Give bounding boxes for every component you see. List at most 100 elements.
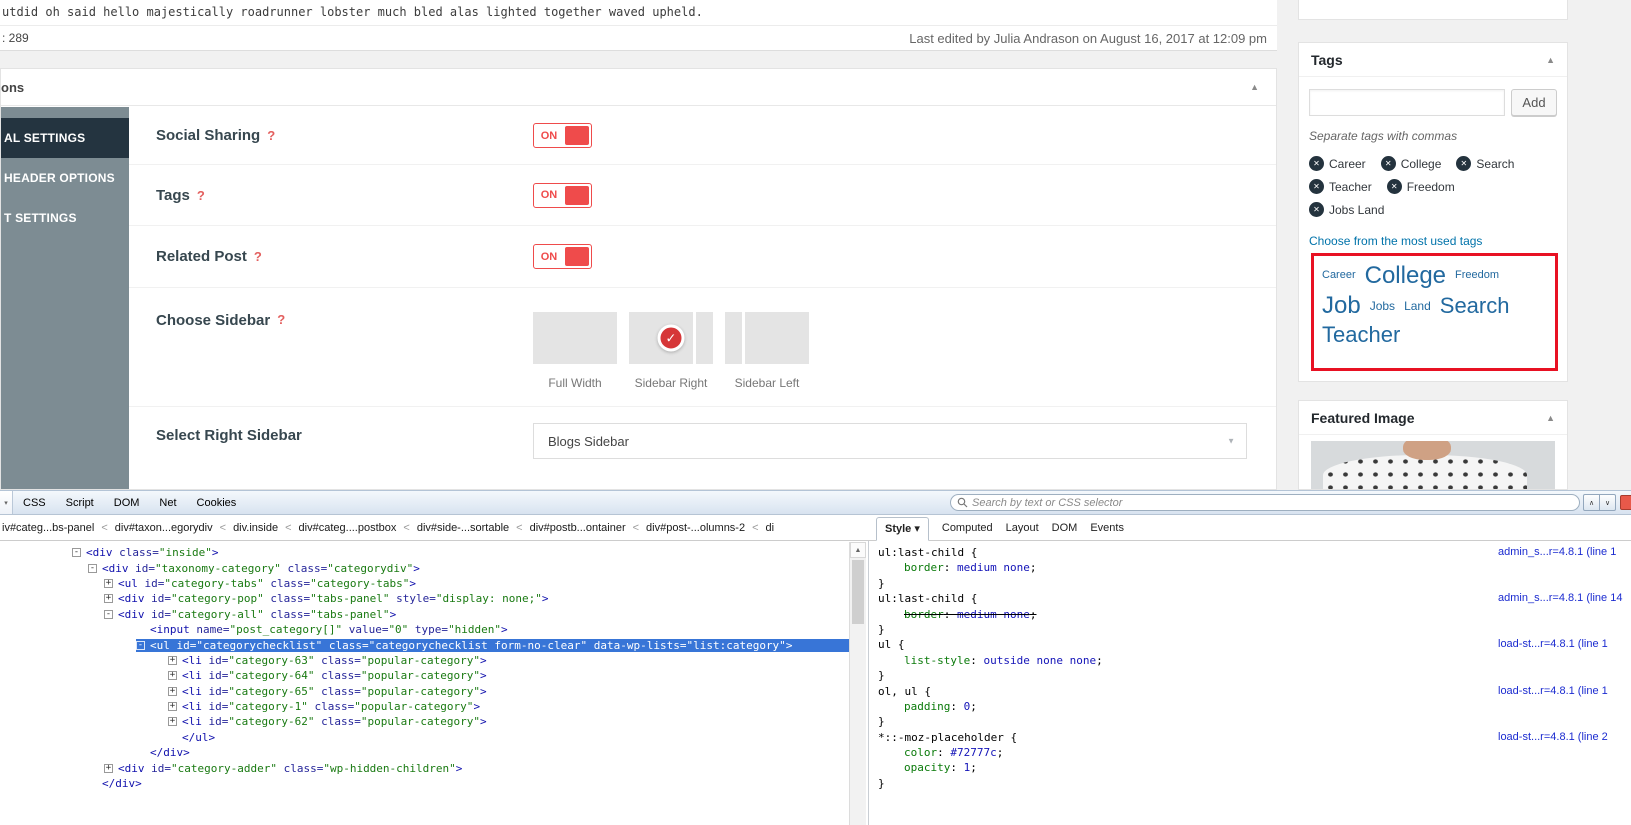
style-panel-tab-layout[interactable]: Layout [1006,522,1039,534]
scroll-up-icon[interactable]: ▲ [850,542,866,558]
style-panel-tab-dom[interactable]: DOM [1052,522,1078,534]
html-tree-node[interactable]: </div> [0,745,849,760]
html-tree-node[interactable]: + <li id= "category-65" class= "popular-cat… [0,684,849,699]
remove-tag-icon[interactable]: ✕ [1309,156,1324,171]
tag-chip[interactable]: ✕ Career [1309,156,1366,171]
expand-node-icon[interactable]: + [104,763,113,773]
collapse-arrow-icon[interactable]: ▲ [1546,55,1555,65]
html-tree-node[interactable]: + <li id= "category-64" class= "popular-cat… [0,668,849,683]
devtools-tab-net[interactable]: Net [149,491,186,514]
remove-tag-icon[interactable]: ✕ [1309,179,1324,194]
remove-tag-icon[interactable]: ✕ [1380,156,1396,171]
breadcrumb-item[interactable]: di [766,522,775,534]
css-property[interactable]: list-style: outside none none; [878,653,1631,668]
breadcrumb-item[interactable]: div#post-...olumns-2 [646,522,745,534]
tags-metabox-header[interactable]: Tags ▲ [1299,43,1567,77]
html-tab-partial[interactable]: ▾ [0,491,13,514]
tag-cloud-item[interactable]: Teacher [1322,321,1400,349]
search-next-button[interactable]: ∨ [1599,494,1616,511]
firebug-corner-button[interactable] [1620,495,1631,510]
css-selector[interactable]: ul:last-child [878,592,964,605]
tag-cloud-item[interactable]: Search [1440,292,1510,320]
style-panel-tab-computed[interactable]: Computed [942,522,993,534]
devtools-search-input[interactable] [972,496,1573,509]
breadcrumb-item[interactable]: iv#categ...bs-panel [2,522,94,534]
tag-chip[interactable]: ✕ Search [1456,156,1514,171]
css-selector[interactable]: ul:last-child [878,546,964,559]
html-tree-node[interactable]: + <div id= "category-adder" class= "wp-hidd… [0,760,849,775]
css-source-link[interactable]: load-st...r=4.8.1 (line 1 [1498,684,1608,699]
breadcrumb-item[interactable]: div#postb...ontainer [530,522,626,534]
help-icon[interactable]: ? [267,128,275,143]
layout-option-sidebar-right[interactable]: ✓ [629,312,713,364]
css-selector[interactable]: *::-moz-placeholder [878,731,1004,744]
new-tag-input[interactable] [1309,89,1505,116]
css-property[interactable]: color: #72777c; [878,745,1631,760]
expand-node-icon[interactable]: + [168,671,177,681]
help-icon[interactable]: ? [197,188,205,203]
collapse-node-icon[interactable]: - [88,563,97,573]
help-icon[interactable]: ? [277,312,285,327]
collapse-node-icon[interactable]: - [72,548,81,558]
css-source-link[interactable]: load-st...r=4.8.1 (line 2 [1498,730,1608,745]
tag-chip[interactable]: ✕ College [1380,156,1441,171]
breadcrumb-item[interactable]: div#side-...sortable [417,522,509,534]
collapse-node-icon[interactable]: - [104,609,113,619]
devtools-tab-script[interactable]: Script [56,491,104,514]
html-tree-node[interactable]: + <div id= "category-pop" class= "tabs-pane… [0,591,849,606]
html-tree-node[interactable]: </div> [0,776,849,791]
collapse-node-icon[interactable]: - [136,640,145,650]
html-tree-node[interactable]: + <li id= "category-62" class= "popular-cat… [0,714,849,729]
scrollbar-thumb[interactable] [852,560,864,624]
settings-tab-t-settings[interactable]: T SETTINGS [1,198,129,238]
expand-node-icon[interactable]: + [168,686,177,696]
collapse-arrow-icon[interactable]: ▲ [1546,413,1555,423]
html-tree-node[interactable]: + <ul id= "category-tabs" class= "category-… [0,576,849,591]
css-source-link[interactable]: admin_s...r=4.8.1 (line 14 [1498,591,1622,606]
html-tree-node[interactable]: + <li id= "category-63" class= "popular-cat… [0,653,849,668]
expand-node-icon[interactable]: + [104,578,113,588]
tag-cloud-item[interactable]: Jobs [1370,299,1395,314]
layout-option-sidebar-left[interactable] [725,312,809,364]
breadcrumb-item[interactable]: div#taxon...egorydiv [115,522,213,534]
tags-toggle[interactable]: ON [533,182,592,208]
tag-cloud-item[interactable]: Job [1322,291,1361,321]
expand-node-icon[interactable]: + [104,594,113,604]
add-tag-button[interactable]: Add [1511,89,1557,116]
css-property[interactable]: opacity: 1; [878,760,1631,775]
layout-option-full-width[interactable] [533,312,617,364]
html-tree-node[interactable]: - <div id= "category-all" class= "tabs-pane… [0,607,849,622]
css-selector[interactable]: ol, ul [878,685,918,698]
social-sharing-toggle[interactable]: ON [533,123,592,148]
style-panel-tab-events[interactable]: Events [1090,522,1124,534]
settings-tab-header-options[interactable]: HEADER OPTIONS [1,158,129,198]
help-icon[interactable]: ? [254,249,262,264]
css-source-link[interactable]: load-st...r=4.8.1 (line 1 [1498,637,1608,652]
css-source-link[interactable]: admin_s...r=4.8.1 (line 1 [1498,545,1616,560]
expand-node-icon[interactable]: + [168,717,177,727]
tag-chip[interactable]: ✕ Jobs Land [1309,202,1384,217]
breadcrumb-item[interactable]: div#categ....postbox [299,522,397,534]
html-tree-node[interactable]: - <ul id= "categorychecklist" class= "categ… [0,637,849,652]
scrollbar[interactable]: ▲ [849,542,866,825]
featured-image-header[interactable]: Featured Image ▲ [1299,401,1567,435]
html-tree-node[interactable]: + <li id= "category-1" class= "popular-cate… [0,699,849,714]
editor-content-text[interactable]: utdid oh said hello majestically roadrun… [0,0,1277,26]
tag-chip[interactable]: ✕ Freedom [1386,179,1455,194]
related-post-toggle[interactable]: ON [533,244,592,269]
css-property[interactable]: padding: 0; [878,699,1631,714]
tag-cloud-item[interactable]: Career [1322,269,1356,283]
breadcrumb-item[interactable]: div.inside [233,522,278,534]
css-selector[interactable]: ul [878,638,891,651]
remove-tag-icon[interactable]: ✕ [1456,156,1472,171]
remove-tag-icon[interactable]: ✕ [1309,202,1324,217]
tag-chip[interactable]: ✕ Teacher [1309,179,1372,194]
tag-cloud-item[interactable]: College [1365,261,1446,291]
settings-tab-al-settings[interactable]: AL SETTINGS [1,118,129,158]
html-tree-node[interactable]: <input name= "post_category[]" value= "0" … [0,622,849,637]
css-property[interactable]: border: medium none; [878,560,1631,575]
sidebar-select-dropdown[interactable]: Blogs Sidebar ▼ [533,423,1247,459]
style-panel-tab-style[interactable]: Style ▾ [876,516,929,541]
featured-image-thumbnail[interactable] [1311,441,1555,489]
devtools-tab-dom[interactable]: DOM [104,491,150,514]
